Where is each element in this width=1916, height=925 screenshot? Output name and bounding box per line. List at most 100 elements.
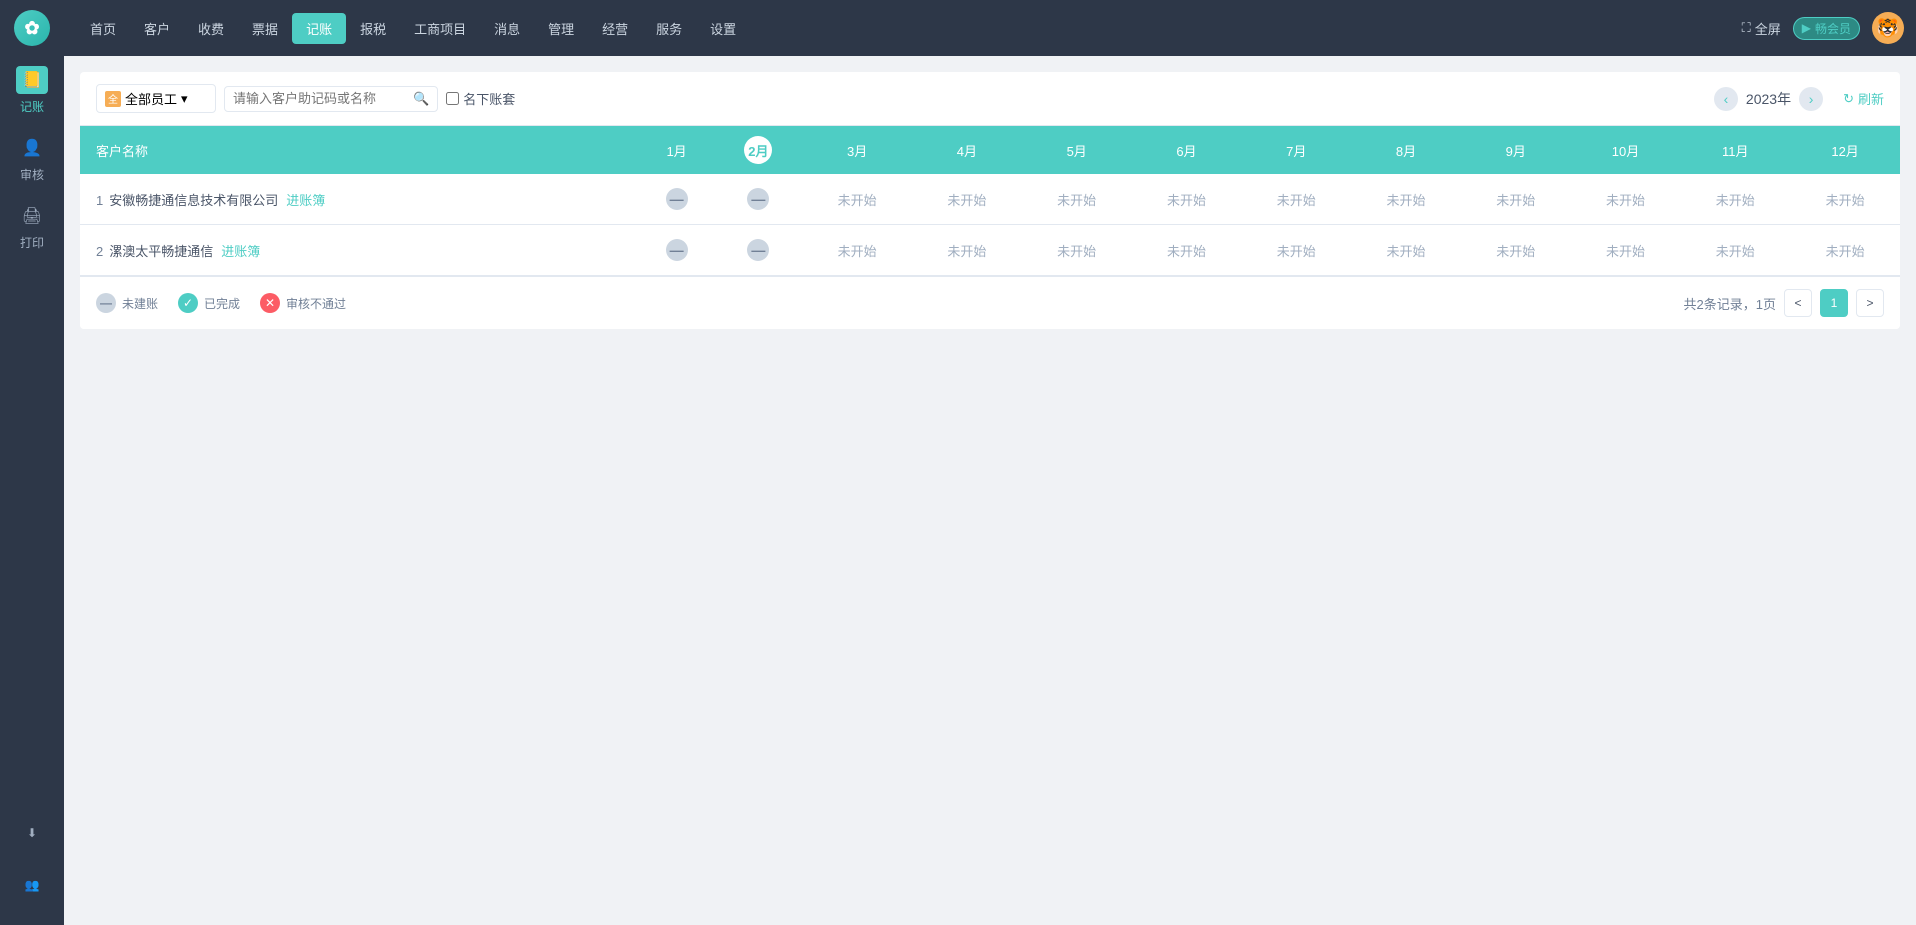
status-not-started: 未开始 <box>1496 193 1535 208</box>
cell-mar: 未开始 <box>802 225 912 276</box>
employee-select-arrow: ▾ <box>181 91 188 107</box>
th-sep: 9月 <box>1461 126 1571 174</box>
nav-messages[interactable]: 消息 <box>480 13 534 44</box>
employee-select-icon: 全 <box>105 91 121 107</box>
status-not-created: — <box>666 188 688 210</box>
cell-oct: 未开始 <box>1571 174 1681 225</box>
status-not-started: 未开始 <box>1496 244 1535 259</box>
client-name: 漯澳太平畅捷通信 <box>109 244 213 259</box>
nav-operations[interactable]: 经营 <box>588 13 642 44</box>
client-name: 安徽畅捷通信息技术有限公司 <box>109 193 278 208</box>
status-not-started: 未开始 <box>838 193 877 208</box>
employee-select-value: 全部员工 <box>125 89 177 108</box>
sidebar-item-help[interactable]: 👥 <box>0 861 64 909</box>
help-icon: 👥 <box>25 878 40 892</box>
cell-jun: 未开始 <box>1132 174 1242 225</box>
under-account-checkbox[interactable] <box>446 92 459 105</box>
nav-bookkeeping[interactable]: 记账 <box>292 13 346 44</box>
cell-jul: 未开始 <box>1241 174 1351 225</box>
total-records: 共2条记录，1页 <box>1684 294 1776 313</box>
cell-jun: 未开始 <box>1132 225 1242 276</box>
nav-settings[interactable]: 设置 <box>696 13 750 44</box>
legend-completed-label: 已完成 <box>204 295 240 312</box>
client-cell: 2漯澳太平畅捷通信进账簿 <box>80 225 639 276</box>
current-month-circle: 2月 <box>744 136 772 164</box>
th-apr: 4月 <box>912 126 1022 174</box>
client-link[interactable]: 进账簿 <box>221 244 260 259</box>
logo-icon: ✿ <box>14 10 50 46</box>
bookkeeping-table: 客户名称 1月 2月 3月 4月 5月 6月 7月 8月 9月 <box>80 126 1900 276</box>
employee-select[interactable]: 全 全部员工 ▾ <box>96 84 216 113</box>
sidebar-item-print-label: 打印 <box>20 234 44 251</box>
th-mar: 3月 <box>802 126 912 174</box>
year-nav: ‹ 2023年 › <box>1714 87 1823 111</box>
status-not-started: 未开始 <box>1826 244 1865 259</box>
cell-may: 未开始 <box>1022 174 1132 225</box>
legend-not-created: — 未建账 <box>96 293 158 313</box>
sidebar-item-download[interactable]: ⬇ <box>0 809 64 857</box>
sidebar-item-print[interactable]: 🖨 打印 <box>0 192 64 260</box>
cell-nov: 未开始 <box>1680 225 1790 276</box>
print-icon: 🖨 <box>16 202 48 230</box>
pagination-prev[interactable]: < <box>1784 289 1812 317</box>
pagination: 共2条记录，1页 < 1 > <box>1684 289 1884 317</box>
nav-service[interactable]: 服务 <box>642 13 696 44</box>
status-not-created: — <box>666 239 688 261</box>
user-avatar[interactable]: 🐯 <box>1872 12 1904 44</box>
nav-tax[interactable]: 报税 <box>346 13 400 44</box>
cell-jan: — <box>639 225 715 276</box>
bookkeeping-icon: 📒 <box>16 66 48 94</box>
nav-invoices[interactable]: 票据 <box>238 13 292 44</box>
sidebar-item-bookkeeping[interactable]: 📒 记账 <box>0 56 64 124</box>
legend-red-icon: ✕ <box>260 293 280 313</box>
status-not-started: 未开始 <box>1277 193 1316 208</box>
th-aug: 8月 <box>1351 126 1461 174</box>
prev-year-btn[interactable]: ‹ <box>1714 87 1738 111</box>
th-feb: 2月 <box>714 126 802 174</box>
search-input[interactable] <box>233 91 409 106</box>
next-year-btn[interactable]: › <box>1799 87 1823 111</box>
client-cell: 1 安徽畅捷通信息技术有限公司进账簿 <box>80 174 639 225</box>
cell-feb: — <box>714 225 802 276</box>
cell-apr: 未开始 <box>912 174 1022 225</box>
sidebar-item-audit-label: 审核 <box>20 166 44 183</box>
table-footer: — 未建账 ✓ 已完成 ✕ 审核不通过 共2条记录，1页 < 1 > <box>80 276 1900 329</box>
sidebar-item-audit[interactable]: 👤 审核 <box>0 124 64 192</box>
nav-clients[interactable]: 客户 <box>130 13 184 44</box>
content: 全 全部员工 ▾ 🔍 名下账套 ‹ 2023年 › <box>64 56 1916 925</box>
refresh-btn[interactable]: ↻ 刷新 <box>1843 89 1884 108</box>
table-row: 2漯澳太平畅捷通信进账簿——未开始未开始未开始未开始未开始未开始未开始未开始未开… <box>80 225 1900 276</box>
status-not-created: — <box>747 188 769 210</box>
nav-home[interactable]: 首页 <box>76 13 130 44</box>
pagination-page-1[interactable]: 1 <box>1820 289 1848 317</box>
checkbox-text: 名下账套 <box>463 89 515 108</box>
th-nov: 11月 <box>1680 126 1790 174</box>
cell-jul: 未开始 <box>1241 225 1351 276</box>
client-number: 1 <box>96 193 103 208</box>
nav-business[interactable]: 工商项目 <box>400 13 480 44</box>
checkbox-label[interactable]: 名下账套 <box>446 89 515 108</box>
sidebar-bottom: ⬇ 👥 <box>0 809 64 925</box>
status-not-started: 未开始 <box>1716 244 1755 259</box>
vip-btn[interactable]: ▶ 畅会员 <box>1793 17 1860 40</box>
nav-right: ⛶ 全屏 ▶ 畅会员 🐯 <box>1742 12 1904 44</box>
legend-not-created-label: 未建账 <box>122 295 158 312</box>
cell-oct: 未开始 <box>1571 225 1681 276</box>
status-not-started: 未开始 <box>1826 193 1865 208</box>
pagination-next[interactable]: > <box>1856 289 1884 317</box>
status-not-started: 未开始 <box>1716 193 1755 208</box>
status-not-started: 未开始 <box>1057 244 1096 259</box>
table-row: 1安徽畅捷通信息技术有限公司进账簿——未开始未开始未开始未开始未开始未开始未开始… <box>80 174 1900 225</box>
search-wrapper: 🔍 <box>224 86 438 112</box>
fullscreen-icon: ⛶ <box>1742 20 1751 36</box>
nav-billing[interactable]: 收费 <box>184 13 238 44</box>
app-logo: ✿ <box>0 0 64 56</box>
client-link[interactable]: 进账簿 <box>286 193 325 208</box>
cell-sep: 未开始 <box>1461 174 1571 225</box>
th-jan: 1月 <box>639 126 715 174</box>
fullscreen-btn[interactable]: ⛶ 全屏 <box>1742 19 1781 38</box>
status-not-started: 未开始 <box>1277 244 1316 259</box>
th-oct: 10月 <box>1571 126 1681 174</box>
legend-rejected: ✕ 审核不通过 <box>260 293 346 313</box>
nav-management[interactable]: 管理 <box>534 13 588 44</box>
